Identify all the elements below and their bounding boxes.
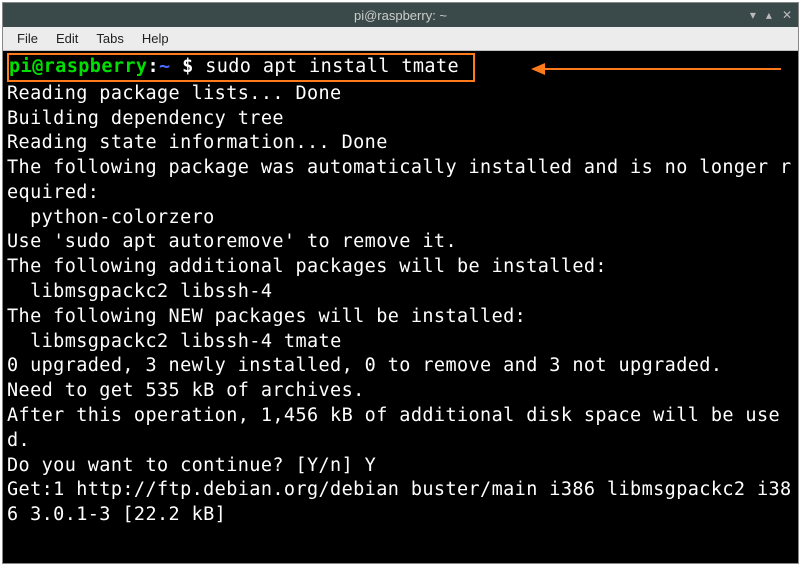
annotation-arrow-icon: [531, 59, 791, 79]
titlebar[interactable]: pi@raspberry: ~ ▾ ▴ ✕: [3, 3, 798, 27]
prompt-at: @: [32, 56, 44, 77]
menu-file[interactable]: File: [9, 29, 46, 48]
command-highlight: pi@raspberry:~ $ sudo apt install tmate: [7, 53, 475, 82]
output-line: Need to get 535 kB of archives.: [7, 380, 365, 401]
output-line: libmsgpackc2 libssh-4 tmate: [7, 331, 342, 352]
menu-tabs[interactable]: Tabs: [88, 29, 131, 48]
prompt-host: raspberry: [44, 56, 148, 77]
output-line: After this operation, 1,456 kB of additi…: [7, 405, 780, 451]
terminal-window: pi@raspberry: ~ ▾ ▴ ✕ File Edit Tabs Hel…: [2, 2, 799, 564]
output-line: python-colorzero: [7, 207, 215, 228]
output-line: Building dependency tree: [7, 108, 284, 129]
command-text: sudo apt install tmate: [205, 56, 470, 77]
prompt-user: pi: [9, 56, 32, 77]
output-line: Reading package lists... Done: [7, 83, 342, 104]
window-title: pi@raspberry: ~: [354, 8, 447, 23]
minimize-icon[interactable]: ▾: [750, 9, 756, 21]
menubar: File Edit Tabs Help: [3, 27, 798, 51]
output-line: libmsgpackc2 libssh-4: [7, 281, 272, 302]
maximize-icon[interactable]: ▴: [766, 9, 772, 21]
terminal-area[interactable]: pi@raspberry:~ $ sudo apt install tmate …: [3, 51, 798, 563]
output-line: The following package was automatically …: [7, 157, 792, 203]
titlebar-controls: ▾ ▴ ✕: [750, 9, 792, 21]
menu-edit[interactable]: Edit: [48, 29, 86, 48]
output-line: Reading state information... Done: [7, 132, 388, 153]
prompt-colon: :: [147, 56, 159, 77]
menu-help[interactable]: Help: [134, 29, 177, 48]
output-line: Use 'sudo apt autoremove' to remove it.: [7, 231, 457, 252]
prompt-dollar: $: [171, 56, 206, 77]
prompt: pi@raspberry:~ $: [9, 56, 205, 77]
prompt-path: ~: [159, 56, 171, 77]
close-icon[interactable]: ✕: [782, 9, 792, 21]
output-line: The following NEW packages will be insta…: [7, 306, 526, 327]
output-line: The following additional packages will b…: [7, 256, 607, 277]
output-line: Do you want to continue? [Y/n] Y: [7, 455, 376, 476]
output-line: Get:1 http://ftp.debian.org/debian buste…: [7, 479, 792, 525]
output-line: 0 upgraded, 3 newly installed, 0 to remo…: [7, 355, 722, 376]
